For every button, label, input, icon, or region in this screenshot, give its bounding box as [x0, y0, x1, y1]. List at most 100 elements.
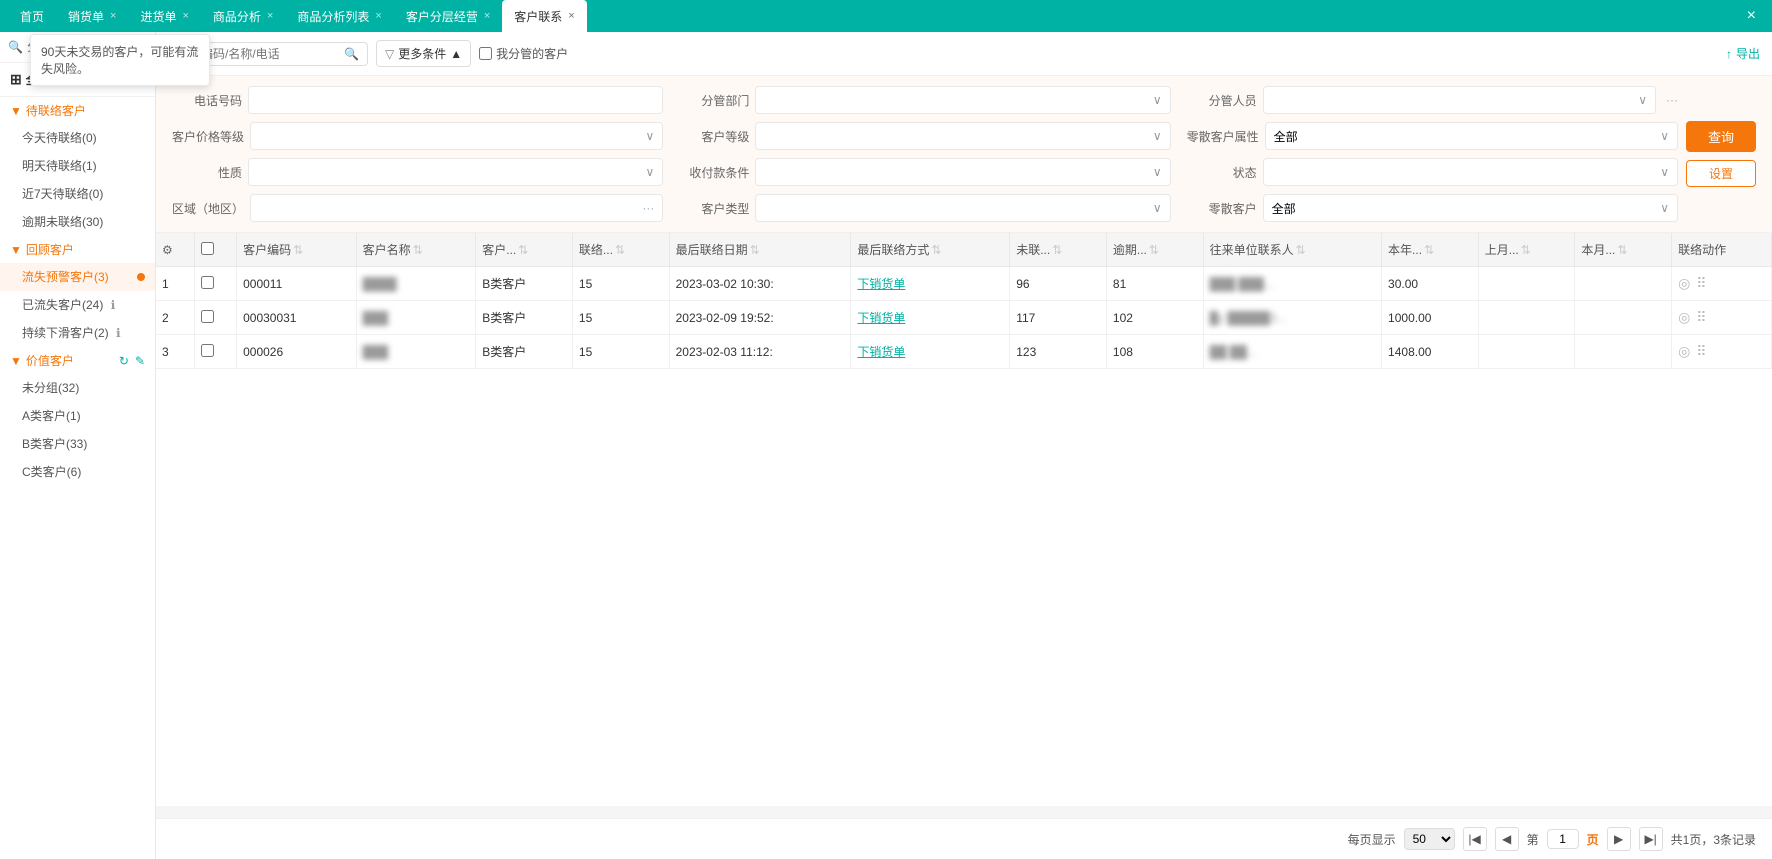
sort-icon[interactable]: ⇅ [615, 243, 625, 257]
contact-method-link[interactable]: 下销货单 [857, 345, 905, 359]
filter-customer-grade: 客户等级 ∨ [679, 122, 1170, 150]
sidebar-item-overdue-pending[interactable]: 逾期未联络(30) [0, 208, 155, 236]
tab-close-icon[interactable]: × [375, 10, 381, 22]
next-page-button[interactable]: ▶ [1607, 827, 1631, 851]
contact-method-link[interactable]: 下销货单 [857, 311, 905, 325]
sidebar-section-review[interactable]: ▼ 回顾客户 [0, 236, 155, 263]
sidebar-item-declining[interactable]: 持续下滑客户(2) ℹ [0, 319, 155, 347]
sidebar-section-pending[interactable]: ▼ 待联络客户 [0, 97, 155, 124]
filter-customer-type-select[interactable]: ∨ [755, 194, 1170, 222]
sidebar-item-a-class[interactable]: A类客户(1) [0, 402, 155, 430]
sort-icon[interactable]: ⇅ [1149, 243, 1159, 257]
filter-zero-customer-select[interactable]: 全部 ∨ [1263, 194, 1678, 222]
sort-icon[interactable]: ⇅ [293, 243, 303, 257]
sidebar-section-value[interactable]: ▼ 价值客户 ↻ ✎ [0, 347, 155, 374]
row-unit-contact: ███ ███... [1203, 267, 1381, 301]
sort-icon[interactable]: ⇅ [518, 243, 528, 257]
contact-method-link[interactable]: 下销货单 [857, 277, 905, 291]
query-button[interactable]: 查询 [1686, 121, 1756, 152]
sidebar-item-churn-warning[interactable]: 流失预警客户(3) [0, 263, 155, 291]
sort-icon[interactable]: ⇅ [931, 243, 941, 257]
sidebar-item-ungroup[interactable]: 未分组(32) [0, 374, 155, 402]
filter-phone-input[interactable] [248, 86, 663, 114]
filter-property-select[interactable]: ∨ [248, 158, 663, 186]
row-checkbox-input[interactable] [201, 310, 214, 323]
tab-customer-layer[interactable]: 客户分层经营 × [394, 0, 502, 32]
manager-more-icon[interactable]: ··· [1666, 93, 1678, 107]
window-close-button[interactable]: × [1739, 7, 1764, 25]
sort-icon[interactable]: ⇅ [1424, 243, 1434, 257]
chevron-up-icon: ▲ [450, 47, 462, 61]
page-input[interactable] [1547, 829, 1579, 849]
row-this-month [1575, 301, 1672, 335]
sort-icon[interactable]: ⇅ [413, 243, 423, 257]
first-page-button[interactable]: |◀ [1463, 827, 1487, 851]
sort-icon[interactable]: ⇅ [1617, 243, 1627, 257]
tab-close-icon[interactable]: × [110, 10, 116, 22]
filter-status-select[interactable]: ∨ [1263, 158, 1678, 186]
export-button[interactable]: ↑ 导出 [1726, 45, 1760, 62]
sidebar-item-b-class[interactable]: B类客户(33) [0, 430, 155, 458]
toolbar-right: ↑ 导出 [1726, 45, 1760, 62]
contact-icon[interactable]: ◎ [1678, 343, 1690, 360]
row-last-date: 2023-03-02 10:30: [669, 267, 851, 301]
sidebar-item-c-class[interactable]: C类客户(6) [0, 458, 155, 486]
filter-customer-grade-select[interactable]: ∨ [755, 122, 1170, 150]
column-last-month: 上月...⇅ [1478, 233, 1575, 267]
tab-product-analysis[interactable]: 商品分析 × [201, 0, 285, 32]
last-page-button[interactable]: ▶| [1639, 827, 1663, 851]
sort-icon[interactable]: ⇅ [1296, 243, 1306, 257]
horizontal-scrollbar[interactable] [156, 806, 1772, 818]
filter-payment-select[interactable]: ∨ [755, 158, 1170, 186]
filter-property: 性质 ∨ [172, 158, 663, 186]
per-page-select[interactable]: 50 100 200 [1404, 828, 1455, 850]
tab-home[interactable]: 首页 [8, 0, 56, 32]
row-checkbox-input[interactable] [201, 276, 214, 289]
select-all-checkbox[interactable] [201, 242, 214, 255]
tab-purchase-order[interactable]: 进货单 × [128, 0, 200, 32]
filter-price-grade-select[interactable]: ∨ [250, 122, 663, 150]
settings-button[interactable]: 设置 [1686, 160, 1756, 187]
tab-close-icon[interactable]: × [182, 10, 188, 22]
my-customers-checkbox[interactable] [479, 47, 492, 60]
tab-close-icon[interactable]: × [484, 10, 490, 22]
contact-icon[interactable]: ◎ [1678, 275, 1690, 292]
sort-icon[interactable]: ⇅ [750, 243, 760, 257]
filter-region-select[interactable]: ··· [250, 194, 663, 222]
sidebar-item-today-pending[interactable]: 今天待联络(0) [0, 124, 155, 152]
arrow-down-icon: ▼ [10, 243, 22, 257]
filter-area: 电话号码 分管部门 ∨ 分管人员 ∨ [156, 76, 1772, 233]
sort-icon[interactable]: ⇅ [1521, 243, 1531, 257]
filter-zero-attr-select[interactable]: 全部 ∨ [1265, 122, 1678, 150]
more-action-icon[interactable]: ⠿ [1696, 275, 1706, 292]
column-overdue: 逾期...⇅ [1106, 233, 1203, 267]
tab-customer-contact[interactable]: 客户联系 × [502, 0, 586, 32]
sidebar-item-tomorrow-pending[interactable]: 明天待联络(1) [0, 152, 155, 180]
column-gear[interactable]: ⚙ [156, 233, 194, 267]
contact-icon[interactable]: ◎ [1678, 309, 1690, 326]
more-conditions-button[interactable]: ▽ 更多条件 ▲ [376, 40, 471, 67]
tab-sales-order[interactable]: 销货单 × [56, 0, 128, 32]
my-customers-checkbox-label[interactable]: 我分管的客户 [479, 45, 568, 62]
search-button-icon[interactable]: 🔍 [344, 47, 359, 61]
sidebar-item-already-churn[interactable]: 已流失客户(24) ℹ [0, 291, 155, 319]
table-row: 3 000026 ███ B类客户 15 2023-02-03 11:12: 下… [156, 335, 1772, 369]
refresh-icon[interactable]: ↻ [119, 354, 129, 368]
filter-zero-attr: 零散客户属性 全部 ∨ [1187, 122, 1678, 150]
more-action-icon[interactable]: ⠿ [1696, 343, 1706, 360]
region-more-icon[interactable]: ··· [642, 201, 654, 215]
more-action-icon[interactable]: ⠿ [1696, 309, 1706, 326]
sort-icon[interactable]: ⇅ [1052, 243, 1062, 257]
row-checkbox [194, 267, 237, 301]
edit-icon[interactable]: ✎ [135, 354, 145, 368]
tab-product-analysis-list[interactable]: 商品分析列表 × [285, 0, 393, 32]
filter-manager-select[interactable]: ∨ [1263, 86, 1656, 114]
row-this-year: 1000.00 [1382, 301, 1479, 335]
tab-active-close-icon[interactable]: × [568, 10, 574, 22]
row-checkbox-input[interactable] [201, 344, 214, 357]
prev-page-button[interactable]: ◀ [1495, 827, 1519, 851]
filter-dept-select[interactable]: ∨ [755, 86, 1170, 114]
tab-close-icon[interactable]: × [267, 10, 273, 22]
gear-icon[interactable]: ⚙ [162, 243, 173, 257]
sidebar-item-7day-pending[interactable]: 近7天待联络(0) [0, 180, 155, 208]
